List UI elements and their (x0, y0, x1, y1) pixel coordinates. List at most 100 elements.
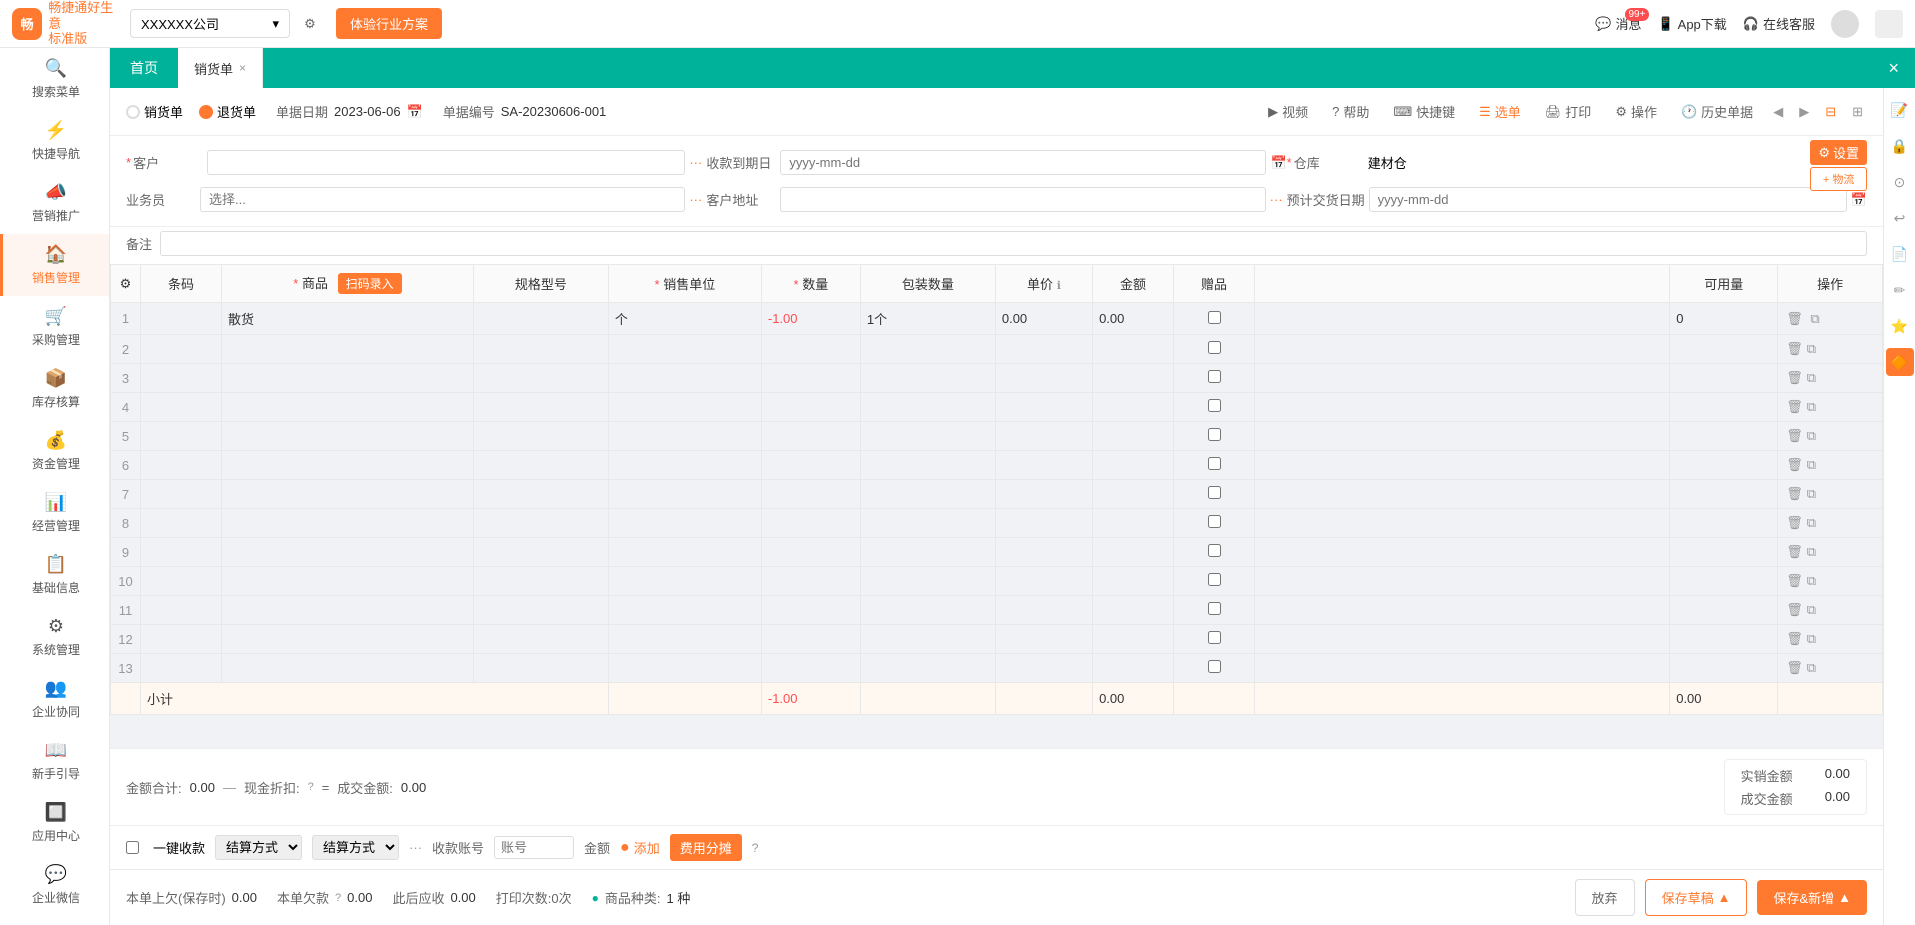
copy-icon[interactable]: ⧉ (1807, 631, 1816, 646)
delete-icon[interactable]: 🗑 (1786, 457, 1803, 472)
cell-barcode[interactable] (141, 303, 222, 335)
receive-date-calendar-icon[interactable]: 📅 (1270, 155, 1286, 171)
delete-icon[interactable]: 🗑 (1786, 573, 1803, 588)
copy-icon[interactable]: ⧉ (1807, 428, 1816, 443)
rs-icon-6[interactable]: ✏ (1886, 276, 1914, 304)
save-draft-button[interactable]: 保存草稿 ▲ (1645, 879, 1748, 916)
abandon-button[interactable]: 放弃 (1575, 879, 1635, 916)
add-payment-button[interactable]: ● 添加 (620, 838, 660, 857)
cell-price[interactable]: 0.00 (995, 303, 1092, 335)
tab-home[interactable]: 首页 (110, 48, 178, 88)
customer-input[interactable] (207, 150, 685, 175)
copy-icon[interactable]: ⧉ (1807, 602, 1816, 617)
sidebar-item-guide[interactable]: 📖 新手引导 (0, 730, 109, 792)
delete-icon[interactable]: 🗑 (1786, 602, 1803, 617)
app-download-button[interactable]: 📱 App下载 (1657, 14, 1726, 33)
user-dropdown[interactable] (1875, 10, 1903, 38)
online-support-button[interactable]: 🎧 在线客服 (1743, 14, 1815, 33)
rs-icon-8[interactable]: 🔶 (1886, 348, 1914, 376)
sidebar-item-apps[interactable]: 🔲 应用中心 (0, 792, 109, 854)
receive-date-input[interactable] (780, 150, 1266, 175)
copy-icon[interactable]: ⧉ (1807, 573, 1816, 588)
list-view-icon[interactable]: ⊟ (1821, 100, 1840, 124)
radio-sales-order[interactable]: 销货单 (126, 102, 183, 121)
rs-icon-4[interactable]: ↩ (1886, 204, 1914, 232)
account-dots-button[interactable]: ··· (409, 840, 422, 855)
rs-icon-7[interactable]: ⭐ (1886, 312, 1914, 340)
avatar[interactable] (1831, 10, 1859, 38)
delete-icon[interactable]: 🗑 (1786, 370, 1803, 385)
logistics-button[interactable]: + 物流 (1810, 167, 1867, 191)
message-button[interactable]: 💬 消息 99+ (1595, 14, 1641, 33)
fee-split-button[interactable]: 费用分摊 (670, 834, 742, 861)
select-button[interactable]: ☰ 选单 (1471, 98, 1529, 125)
delete-icon[interactable]: 🗑 (1786, 486, 1803, 501)
payment-method-select[interactable]: 结算方式 (215, 835, 302, 860)
sidebar-item-search[interactable]: 🔍 搜索菜单 (0, 48, 109, 110)
delete-icon[interactable]: 🗑 (1786, 428, 1803, 443)
fee-info-icon[interactable]: ? (752, 841, 759, 855)
cell-spec[interactable] (473, 303, 608, 335)
company-selector[interactable]: XXXXXX公司 ▾ (130, 9, 290, 38)
salesman-input[interactable] (200, 187, 685, 212)
sidebar-item-sales[interactable]: 🏠 销售管理 (0, 234, 109, 296)
grid-view-icon[interactable]: ⊞ (1848, 100, 1867, 124)
copy-icon[interactable]: ⧉ (1807, 544, 1816, 559)
sidebar-item-operations[interactable]: 📊 经营管理 (0, 482, 109, 544)
sidebar-item-collaboration[interactable]: 👥 企业协同 (0, 668, 109, 730)
operations-button[interactable]: ⚙ 操作 (1607, 98, 1665, 125)
tab-close-icon[interactable]: × (239, 61, 246, 75)
salesman-dots-button[interactable]: ··· (685, 192, 706, 207)
settings-icon[interactable]: ⚙ (294, 8, 326, 40)
cell-qty[interactable]: -1.00 (761, 303, 860, 335)
rs-icon-5[interactable]: 📄 (1886, 240, 1914, 268)
note-input[interactable] (160, 231, 1867, 256)
settings-button[interactable]: ⚙ 设置 (1810, 140, 1867, 165)
next-icon[interactable]: ▶ (1795, 100, 1813, 124)
sidebar-item-inventory[interactable]: 📦 库存核算 (0, 358, 109, 420)
sidebar-item-finance[interactable]: 💰 资金管理 (0, 420, 109, 482)
shortcut-button[interactable]: ⌨ 快捷键 (1385, 98, 1463, 125)
print-button[interactable]: 🖨 打印 (1537, 98, 1600, 125)
copy-icon[interactable]: ⧉ (1807, 515, 1816, 530)
sidebar-item-basic-info[interactable]: 📋 基础信息 (0, 544, 109, 606)
copy-icon[interactable]: ⧉ (1807, 486, 1816, 501)
delete-icon[interactable]: 🗑 (1786, 631, 1803, 646)
customer-dots-button[interactable]: ··· (685, 155, 706, 170)
delete-icon[interactable]: 🗑 (1786, 515, 1803, 530)
save-new-button[interactable]: 保存&新增 ▲ (1757, 880, 1867, 915)
info-icon[interactable]: ? (335, 892, 341, 904)
experience-button[interactable]: 体验行业方案 (336, 8, 442, 39)
delete-icon[interactable]: 🗑 (1786, 544, 1803, 559)
scan-button[interactable]: 扫码录入 (338, 273, 402, 294)
sidebar-item-purchase[interactable]: 🛒 采购管理 (0, 296, 109, 358)
settlement-method-select[interactable]: 结算方式 (312, 835, 399, 860)
copy-icon[interactable]: ⧉ (1807, 341, 1816, 356)
radio-return-order[interactable]: 退货单 (199, 102, 256, 121)
expected-date-input[interactable] (1369, 187, 1847, 212)
col-settings[interactable]: ⚙ (111, 265, 141, 303)
copy-icon[interactable]: ⧉ (1807, 399, 1816, 414)
copy-icon[interactable]: ⧉ (1807, 660, 1816, 675)
discount-info-icon[interactable]: ? (308, 781, 314, 793)
price-info-icon[interactable]: ℹ (1057, 280, 1061, 292)
delete-icon[interactable]: 🗑 (1786, 399, 1803, 414)
copy-icon[interactable]: ⧉ (1807, 457, 1816, 472)
rs-icon-3[interactable]: ⊙ (1886, 168, 1914, 196)
tab-bar-close-icon[interactable]: × (1872, 58, 1915, 79)
sidebar-item-member[interactable]: V 畅会员 (0, 916, 109, 925)
tab-sales-order[interactable]: 销货单 × (178, 48, 263, 88)
rs-icon-2[interactable]: 🔒 (1886, 132, 1914, 160)
expected-date-calendar-icon[interactable]: 📅 (1851, 192, 1867, 208)
sidebar-item-system[interactable]: ⚙ 系统管理 (0, 606, 109, 668)
delete-icon[interactable]: 🗑 (1786, 660, 1803, 675)
account-input[interactable] (494, 836, 574, 859)
addr-dots-button[interactable]: ··· (1266, 192, 1287, 207)
customer-addr-input[interactable] (780, 187, 1265, 212)
history-button[interactable]: 🕐 历史单据 (1673, 98, 1761, 125)
delete-icon[interactable]: 🗑 (1786, 341, 1803, 356)
video-button[interactable]: ▶ 视频 (1260, 98, 1316, 125)
one-click-payment-checkbox[interactable] (126, 841, 139, 854)
sidebar-item-marketing[interactable]: 📣 营销推广 (0, 172, 109, 234)
copy-icon[interactable]: ⧉ (1807, 370, 1816, 385)
